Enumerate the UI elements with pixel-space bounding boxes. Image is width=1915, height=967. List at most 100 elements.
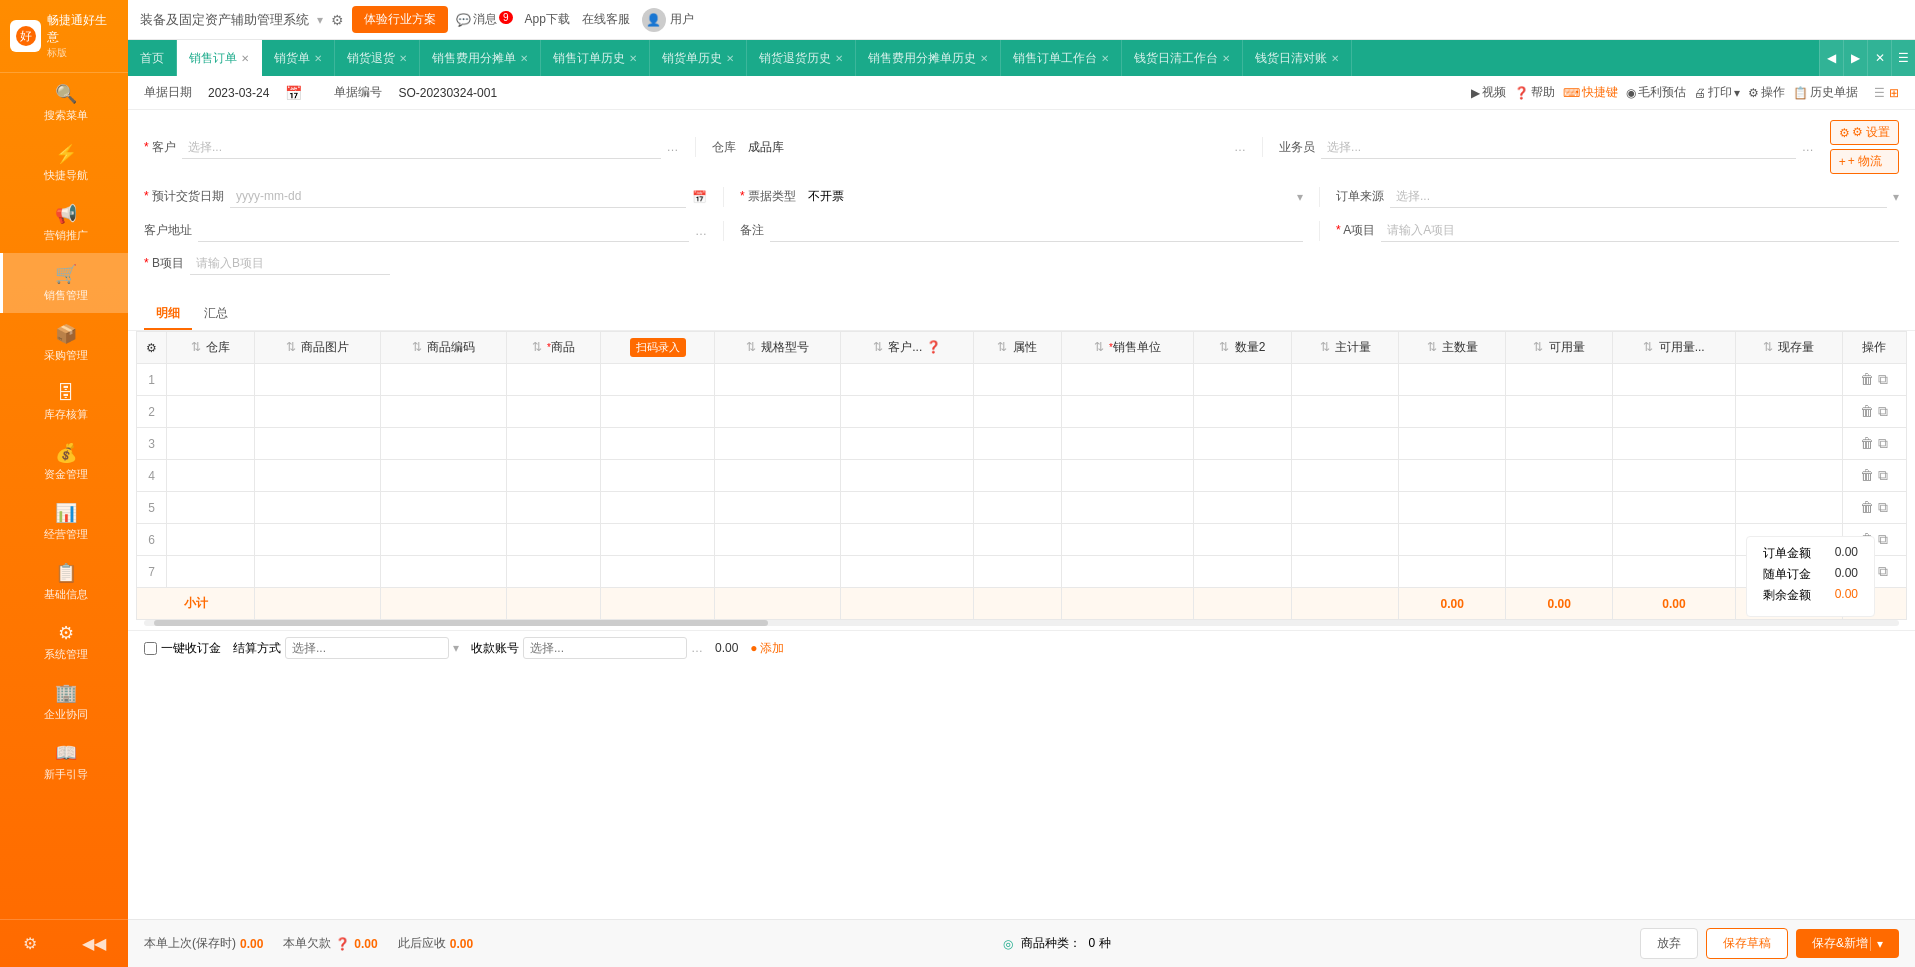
tab-close-icon[interactable]: ✕ [980, 53, 988, 64]
row6-available-qty[interactable] [1506, 524, 1613, 556]
row1-product-code[interactable] [380, 364, 506, 396]
sort-icon[interactable]: ⇅ [746, 340, 756, 354]
row7-available-qty[interactable] [1506, 556, 1613, 588]
tab-receivable-reconcile[interactable]: 钱货日清对账 ✕ [1243, 40, 1352, 76]
sort-icon[interactable]: ⇅ [532, 340, 542, 354]
row6-attributes[interactable] [973, 524, 1061, 556]
tab-close-all-btn[interactable]: ✕ [1867, 40, 1891, 76]
row1-product-image[interactable] [255, 364, 381, 396]
order-source-arrow-icon[interactable]: ▾ [1893, 190, 1899, 204]
sort-icon[interactable]: ⇅ [1533, 340, 1543, 354]
sidebar-item-marketing[interactable]: 📢 营销推广 [0, 193, 128, 253]
tab-sales-order-workbench[interactable]: 销售订单工作台 ✕ [1001, 40, 1122, 76]
row1-attributes[interactable] [973, 364, 1061, 396]
sort-icon[interactable]: ⇅ [1320, 340, 1330, 354]
row1-main-qty[interactable] [1399, 364, 1506, 396]
row7-sales-unit[interactable] [1061, 556, 1193, 588]
row4-warehouse[interactable] [167, 460, 255, 492]
tab-home[interactable]: 首页 [128, 40, 177, 76]
user-area[interactable]: 👤 用户 [642, 8, 694, 32]
row5-product-image[interactable] [255, 492, 381, 524]
solution-btn[interactable]: 体验行业方案 [352, 6, 448, 33]
history-btn[interactable]: 📋 历史单据 [1793, 84, 1858, 101]
add-btn[interactable]: ● 添加 [750, 640, 783, 657]
profit-btn[interactable]: ◉ 毛利预估 [1626, 84, 1686, 101]
sidebar-item-inventory[interactable]: 🗄 库存核算 [0, 373, 128, 432]
save-draft-btn[interactable]: 保存草稿 [1706, 928, 1788, 959]
tab-close-icon[interactable]: ✕ [314, 53, 322, 64]
row7-spec[interactable] [715, 556, 841, 588]
project-b-input[interactable] [190, 252, 390, 275]
receipt-dots-icon[interactable]: … [691, 641, 703, 655]
row6-product-image[interactable] [255, 524, 381, 556]
tab-sales-refund[interactable]: 销货退货 ✕ [335, 40, 420, 76]
sort-icon[interactable]: ⇅ [1094, 340, 1104, 354]
row1-qty2[interactable] [1193, 364, 1292, 396]
table-settings-icon[interactable]: ⚙ [146, 341, 157, 355]
row1-available-qty[interactable] [1506, 364, 1613, 396]
row2-qty2[interactable] [1193, 396, 1292, 428]
row2-current-stock[interactable] [1735, 396, 1842, 428]
col-settings-header[interactable]: ⚙ [137, 332, 167, 364]
tab-close-icon[interactable]: ✕ [1331, 53, 1339, 64]
salesperson-dots-icon[interactable]: … [1802, 140, 1814, 154]
row5-customer-code[interactable] [840, 492, 973, 524]
row7-customer-code[interactable] [840, 556, 973, 588]
copy-icon[interactable]: ⧉ [1878, 371, 1888, 388]
sort-icon[interactable]: ⇅ [873, 340, 883, 354]
row5-attributes[interactable] [973, 492, 1061, 524]
row4-available-qty2[interactable] [1613, 460, 1736, 492]
row3-attributes[interactable] [973, 428, 1061, 460]
project-a-input[interactable] [1381, 219, 1899, 242]
save-new-arrow-icon[interactable]: ▾ [1870, 937, 1883, 951]
notes-input[interactable] [770, 219, 1303, 242]
warehouse-dots-icon[interactable]: … [1234, 140, 1246, 154]
row4-sales-unit[interactable] [1061, 460, 1193, 492]
tab-close-icon[interactable]: ✕ [835, 53, 843, 64]
settle-method-arrow[interactable]: ▾ [453, 641, 459, 655]
receipt-account-input[interactable] [523, 637, 687, 659]
sort-icon[interactable]: ⇅ [191, 340, 201, 354]
print-btn[interactable]: 🖨 打印 ▾ [1694, 84, 1740, 101]
tab-menu-btn[interactable]: ☰ [1891, 40, 1915, 76]
row2-main-qty[interactable] [1399, 396, 1506, 428]
tab-close-icon[interactable]: ✕ [1101, 53, 1109, 64]
row2-product-image[interactable] [255, 396, 381, 428]
row2-main-unit[interactable] [1292, 396, 1399, 428]
row5-spec[interactable] [715, 492, 841, 524]
invoice-type-arrow-icon[interactable]: ▾ [1297, 190, 1303, 204]
row5-product-code[interactable] [380, 492, 506, 524]
sort-icon[interactable]: ⇅ [997, 340, 1007, 354]
row7-product[interactable] [506, 556, 600, 588]
grid-view-icon[interactable]: ⊞ [1889, 86, 1899, 100]
tab-sales-return[interactable]: 销货单 ✕ [262, 40, 335, 76]
row3-product-image[interactable] [255, 428, 381, 460]
notifications-area[interactable]: 💬 消息 9 [456, 11, 513, 28]
order-source-input[interactable] [1390, 185, 1887, 208]
sidebar-collapse-btn[interactable]: ◀◀ [78, 930, 110, 957]
sort-icon[interactable]: ⇅ [1219, 340, 1229, 354]
row7-available-qty2[interactable] [1613, 556, 1736, 588]
row2-spec[interactable] [715, 396, 841, 428]
delivery-date-input[interactable] [230, 185, 686, 208]
row4-main-qty[interactable] [1399, 460, 1506, 492]
customer-dots-icon[interactable]: … [667, 140, 679, 154]
row4-product-image[interactable] [255, 460, 381, 492]
sort-icon[interactable]: ⇅ [412, 340, 422, 354]
row3-spec[interactable] [715, 428, 841, 460]
delete-icon[interactable]: 🗑 [1860, 371, 1874, 388]
copy-icon[interactable]: ⧉ [1878, 403, 1888, 420]
row7-product-image[interactable] [255, 556, 381, 588]
tab-prev-btn[interactable]: ◀ [1819, 40, 1843, 76]
tab-sales-order[interactable]: 销售订单 ✕ [177, 40, 262, 76]
app-download-btn[interactable]: App下载 [525, 11, 570, 28]
delete-icon[interactable]: 🗑 [1860, 499, 1874, 516]
address-dots-icon[interactable]: … [695, 224, 707, 238]
row2-available-qty[interactable] [1506, 396, 1613, 428]
row3-current-stock[interactable] [1735, 428, 1842, 460]
row4-customer-code[interactable] [840, 460, 973, 492]
copy-icon[interactable]: ⧉ [1878, 435, 1888, 452]
date-picker-icon[interactable]: 📅 [692, 190, 707, 204]
copy-icon[interactable]: ⧉ [1878, 499, 1888, 516]
row2-warehouse[interactable] [167, 396, 255, 428]
